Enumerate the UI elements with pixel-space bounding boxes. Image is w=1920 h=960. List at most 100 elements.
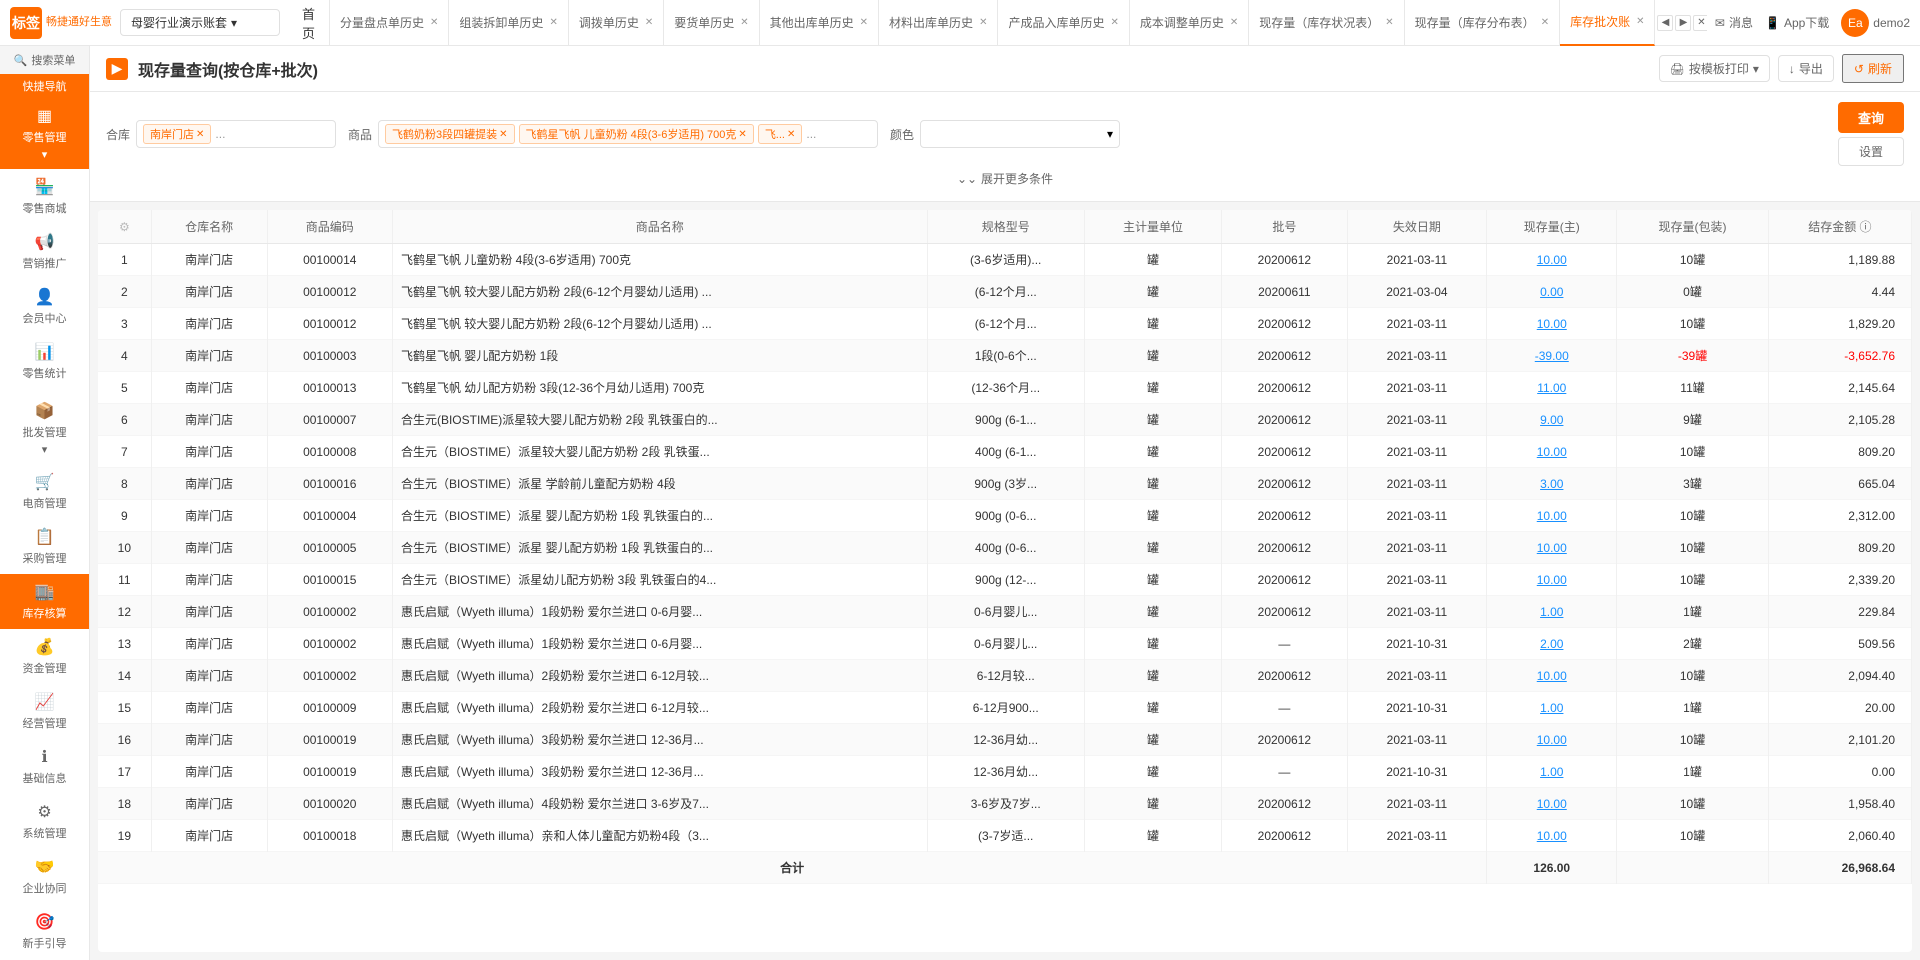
sidebar-search[interactable]: 🔍 搜索菜单 <box>0 46 89 74</box>
cell-qty-main[interactable]: 9.00 <box>1487 404 1617 436</box>
sidebar-item-guide[interactable]: 🎯 新手引导 <box>0 904 89 959</box>
cell-qty-main[interactable]: 3.00 <box>1487 468 1617 500</box>
cell-qty-main[interactable]: 10.00 <box>1487 660 1617 692</box>
cell-code: 00100016 <box>267 468 392 500</box>
remove-warehouse-tag[interactable]: ✕ <box>196 129 204 140</box>
tab-close-all[interactable]: ✕ <box>1693 15 1706 31</box>
cell-qty-main[interactable]: 10.00 <box>1487 500 1617 532</box>
sidebar-item-sys[interactable]: ⚙ 系统管理 <box>0 794 89 849</box>
template-print-btn[interactable]: 🖨 按模板打印 ▾ <box>1659 55 1770 82</box>
sidebar-item-biz[interactable]: 📈 经营管理 <box>0 684 89 739</box>
cell-qty-main[interactable]: 1.00 <box>1487 692 1617 724</box>
cell-expire: 2021-03-11 <box>1347 788 1487 820</box>
cell-qty-main[interactable]: 10.00 <box>1487 436 1617 468</box>
org-selector[interactable]: 母婴行业演示账套 ▾ <box>120 9 280 36</box>
sidebar-item-zero-shop[interactable]: 🏪 零售商城 <box>0 169 89 224</box>
setting-btn[interactable]: 设置 <box>1838 137 1904 166</box>
sidebar-item-ecom[interactable]: 🛒 电商管理 <box>0 464 89 519</box>
tab-home[interactable]: 首页 <box>288 0 330 46</box>
close-xian-cun2[interactable]: ✕ <box>1541 17 1549 28</box>
product-tag-group[interactable]: 飞鹤奶粉3段四罐提装 ✕ 飞鹤星飞帆 儿童奶粉 4段(3-6岁适用) 700克 … <box>378 120 878 148</box>
warehouse-tag-group[interactable]: 南岸门店 ✕ ... <box>136 120 336 148</box>
sidebar-item-stock[interactable]: 🏬 库存核算 <box>0 574 89 629</box>
cell-qty-main[interactable]: 10.00 <box>1487 532 1617 564</box>
sidebar-item-corp[interactable]: 🤝 企业协同 <box>0 849 89 904</box>
sidebar-item-zero-mgmt[interactable]: ▦ 零售管理 ▾ <box>0 98 89 169</box>
tab-chan-pin[interactable]: 产成品入库单历史 ✕ <box>998 0 1129 46</box>
sidebar-item-zero-stat[interactable]: 📊 零售统计 <box>0 334 89 389</box>
settings-icon[interactable]: ⚙ <box>119 220 130 234</box>
app-download-btn[interactable]: 📱 App下载 <box>1765 14 1829 31</box>
cell-qty-main[interactable]: 10.00 <box>1487 308 1617 340</box>
product-tag-3[interactable]: 飞... ✕ <box>758 124 803 144</box>
tab-zu-chai[interactable]: 组装拆卸单历史 ✕ <box>449 0 568 46</box>
tab-cheng-ben[interactable]: 成本调整单历史 ✕ <box>1130 0 1249 46</box>
tab-fen-pan[interactable]: 分量盘点单历史 ✕ <box>330 0 449 46</box>
cell-qty-main[interactable]: 0.00 <box>1487 276 1617 308</box>
expand-more-btn[interactable]: ⌄⌄ 展开更多条件 <box>106 166 1904 191</box>
warehouse-more-dots[interactable]: ... <box>215 127 225 141</box>
cell-amount: 4.44 <box>1768 276 1911 308</box>
tab-qi-ta[interactable]: 其他出库单历史 ✕ <box>760 0 879 46</box>
cell-qty-main[interactable]: 10.00 <box>1487 788 1617 820</box>
tab-ku-pi[interactable]: 库存批次账 ✕ <box>1560 0 1655 46</box>
close-diao-bo[interactable]: ✕ <box>645 17 653 28</box>
query-btn[interactable]: 查询 <box>1838 102 1904 133</box>
close-qi-ta[interactable]: ✕ <box>860 17 868 28</box>
tab-xian-cun1[interactable]: 现存量（库存状况表） ✕ <box>1249 0 1404 46</box>
cell-code: 00100015 <box>267 564 392 596</box>
remove-product-tag-3[interactable]: ✕ <box>787 129 795 140</box>
sidebar-item-market[interactable]: 📢 营销推广 <box>0 224 89 279</box>
cell-qty-main[interactable]: 10.00 <box>1487 724 1617 756</box>
cell-name: 合生元（BIOSTIME）派星 婴儿配方奶粉 1段 乳铁蛋白的... <box>392 500 927 532</box>
refresh-btn[interactable]: ↺ 刷新 <box>1842 54 1904 83</box>
username: demo2 <box>1873 16 1910 30</box>
tab-scroll-left[interactable]: ◀ <box>1657 15 1673 31</box>
product-more-dots[interactable]: ... <box>806 127 816 141</box>
cell-qty-main[interactable]: 10.00 <box>1487 244 1617 276</box>
expand-panel-btn[interactable]: ▶ <box>106 58 128 80</box>
user-area[interactable]: Ea demo2 <box>1841 9 1910 37</box>
close-ku-pi[interactable]: ✕ <box>1636 16 1644 27</box>
chevron-down-icon: ▾ <box>1107 127 1113 141</box>
export-btn[interactable]: ↓ 导出 <box>1778 55 1834 82</box>
sidebar-quick-nav[interactable]: 快捷导航 <box>0 74 89 98</box>
cell-qty-main[interactable]: 1.00 <box>1487 756 1617 788</box>
sidebar-item-base-info[interactable]: ℹ 基础信息 <box>0 739 89 794</box>
content-area: ▶ 现存量查询(按仓库+批次) 🖨 按模板打印 ▾ ↓ 导出 ↺ 刷新 <box>90 46 1920 960</box>
product-tag-1[interactable]: 飞鹤奶粉3段四罐提装 ✕ <box>385 124 515 144</box>
tab-yao-huo[interactable]: 要货单历史 ✕ <box>664 0 759 46</box>
color-tag-group[interactable]: ▾ <box>920 120 1120 148</box>
close-zu-chai[interactable]: ✕ <box>549 17 557 28</box>
close-yao-huo[interactable]: ✕ <box>740 17 748 28</box>
remove-product-tag-2[interactable]: ✕ <box>738 129 746 140</box>
close-cheng-ben[interactable]: ✕ <box>1230 17 1238 28</box>
cell-amount: 1,958.40 <box>1768 788 1911 820</box>
close-chan-pin[interactable]: ✕ <box>1110 17 1118 28</box>
tab-xian-cun2[interactable]: 现存量（库存分布表） ✕ <box>1405 0 1560 46</box>
cell-qty-main[interactable]: 2.00 <box>1487 628 1617 660</box>
close-fen-pan[interactable]: ✕ <box>430 17 438 28</box>
tab-diao-bo[interactable]: 调拨单历史 ✕ <box>569 0 664 46</box>
sidebar-item-purchase[interactable]: 📋 采购管理 <box>0 519 89 574</box>
tab-cai-liao[interactable]: 材料出库单历史 ✕ <box>879 0 998 46</box>
sidebar-item-finance[interactable]: 💰 资金管理 <box>0 629 89 684</box>
cell-no: 13 <box>98 628 151 660</box>
cell-qty-main[interactable]: 11.00 <box>1487 372 1617 404</box>
warehouse-tag-nanan[interactable]: 南岸门店 ✕ <box>143 124 211 144</box>
close-xian-cun1[interactable]: ✕ <box>1385 17 1393 28</box>
cell-name: 飞鹤星飞帆 儿童奶粉 4段(3-6岁适用) 700克 <box>392 244 927 276</box>
cell-code: 00100012 <box>267 276 392 308</box>
close-cai-liao[interactable]: ✕ <box>979 17 987 28</box>
col-settings[interactable]: ⚙ <box>98 210 151 244</box>
cell-qty-main[interactable]: -39.00 <box>1487 340 1617 372</box>
sidebar-item-member[interactable]: 👤 会员中心 <box>0 279 89 334</box>
remove-product-tag-1[interactable]: ✕ <box>499 129 507 140</box>
cell-qty-main[interactable]: 1.00 <box>1487 596 1617 628</box>
product-tag-2[interactable]: 飞鹤星飞帆 儿童奶粉 4段(3-6岁适用) 700克 ✕ <box>519 124 754 144</box>
tab-scroll-right[interactable]: ▶ <box>1675 15 1691 31</box>
sidebar-item-batch-mgmt[interactable]: 📦 批发管理 ▾ <box>0 393 89 464</box>
message-btn[interactable]: ✉ 消息 <box>1715 14 1753 31</box>
cell-qty-main[interactable]: 10.00 <box>1487 820 1617 852</box>
cell-qty-main[interactable]: 10.00 <box>1487 564 1617 596</box>
